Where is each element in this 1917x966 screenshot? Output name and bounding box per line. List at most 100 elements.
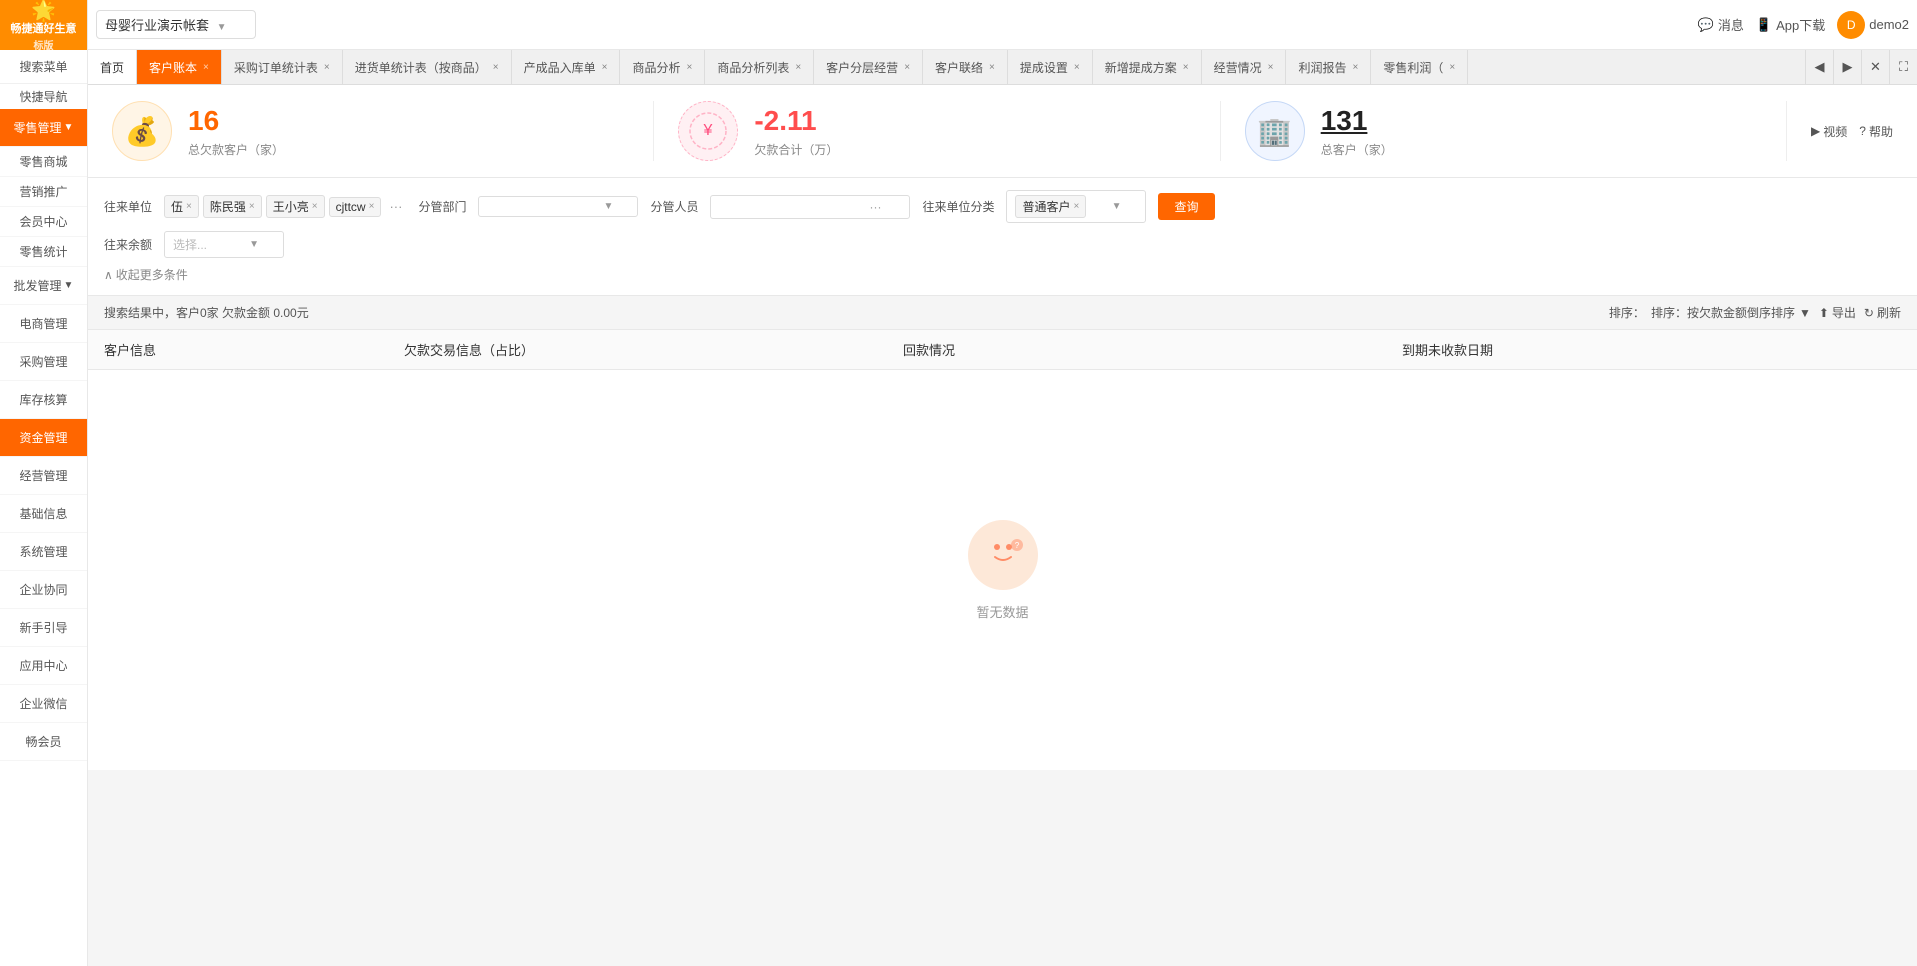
- filter-tag-0: 伍 ×: [164, 195, 199, 218]
- filter-balance-select[interactable]: 选择... ▼: [164, 231, 284, 258]
- close-icon[interactable]: ×: [1183, 62, 1189, 73]
- tab-customer-contact[interactable]: 客户联络 ×: [923, 50, 1008, 84]
- tab-retail-profit[interactable]: 零售利润（ ×: [1371, 50, 1468, 84]
- message-label: 消息: [1718, 15, 1744, 34]
- message-btn[interactable]: 💬 消息: [1698, 15, 1744, 34]
- filter-tags: 伍 × 陈民强 × 王小亮 × cjttcw × ···: [164, 195, 406, 218]
- filter-dept-select[interactable]: ▼: [478, 196, 638, 217]
- sidebar-item-quick-nav[interactable]: 快捷导航: [0, 84, 87, 109]
- stat-info-customers: 16 总欠款客户（家）: [188, 105, 284, 158]
- tab-customer-ledger[interactable]: 客户账本 ×: [137, 50, 222, 84]
- app-download-btn[interactable]: 📱 App下载: [1756, 15, 1825, 34]
- sidebar-item-sys-mgmt[interactable]: 系统管理: [0, 533, 87, 571]
- tag-close-icon[interactable]: ×: [312, 201, 318, 212]
- filter-staff-select[interactable]: ···: [710, 195, 910, 219]
- tab-new-commission[interactable]: 新增提成方案 ×: [1093, 50, 1202, 84]
- collapse-row: ∧ 收起更多条件: [104, 266, 1901, 283]
- close-icon[interactable]: ×: [686, 62, 692, 73]
- user-menu[interactable]: D demo2: [1837, 11, 1909, 39]
- close-icon[interactable]: ×: [795, 62, 801, 73]
- sidebar-item-biz-mgmt[interactable]: 经营管理: [0, 457, 87, 495]
- sidebar-item-purchase-mgmt[interactable]: 采购管理: [0, 343, 87, 381]
- svg-text:?: ?: [1014, 541, 1019, 550]
- tab-next-btn[interactable]: ▶: [1833, 50, 1861, 84]
- tab-product-analysis-list[interactable]: 商品分析列表 ×: [705, 50, 814, 84]
- tab-finished-goods-inbound[interactable]: 产成品入库单 ×: [512, 50, 621, 84]
- sidebar-item-ecom-mgmt[interactable]: 电商管理: [0, 305, 87, 343]
- tab-home[interactable]: 首页: [88, 50, 137, 84]
- sidebar-item-wholesale-mgmt[interactable]: 批发管理 ▼: [0, 267, 87, 305]
- close-icon[interactable]: ×: [1449, 62, 1455, 73]
- close-icon[interactable]: ×: [203, 62, 209, 73]
- tab-purchase-stats-by-product[interactable]: 进货单统计表（按商品） ×: [343, 50, 512, 84]
- close-icon[interactable]: ×: [1352, 62, 1358, 73]
- tag-close-icon[interactable]: ×: [369, 201, 375, 212]
- filter-more-tags[interactable]: ···: [385, 199, 406, 214]
- query-button[interactable]: 查询: [1158, 193, 1214, 220]
- close-icon[interactable]: ×: [989, 62, 995, 73]
- table-header: 客户信息 欠款交易信息（占比） 回款情况 到期未收款日期: [88, 330, 1917, 370]
- tab-profit-report[interactable]: 利润报告 ×: [1286, 50, 1371, 84]
- sidebar-item-enterprise-wechat[interactable]: 企业微信: [0, 685, 87, 723]
- tab-customer-layered[interactable]: 客户分层经营 ×: [814, 50, 923, 84]
- close-icon[interactable]: ×: [493, 62, 499, 73]
- tab-label: 采购订单统计表: [234, 59, 318, 76]
- stats-bar: 💰 16 总欠款客户（家） ¥ -2.11 欠款合计（万）: [88, 85, 1917, 178]
- refresh-btn[interactable]: ↻ 刷新: [1864, 304, 1901, 321]
- collapse-button[interactable]: ∧ 收起更多条件: [104, 266, 1901, 283]
- sidebar-item-label: 批发管理: [14, 277, 62, 294]
- tag-value: 陈民强: [210, 198, 246, 215]
- close-icon[interactable]: ×: [324, 62, 330, 73]
- top-nav-right: 💬 消息 📱 App下载 D demo2: [1698, 11, 1909, 39]
- help-btn[interactable]: ? 帮助: [1859, 123, 1893, 140]
- video-btn[interactable]: ▶ 视频: [1811, 123, 1847, 140]
- close-icon[interactable]: ×: [1074, 62, 1080, 73]
- tab-maximize-btn[interactable]: ⛶: [1889, 50, 1917, 84]
- tag-close-icon[interactable]: ×: [1074, 201, 1080, 212]
- tab-product-analysis[interactable]: 商品分析 ×: [620, 50, 705, 84]
- sort-select[interactable]: 排序： 排序：按欠款金额倒序排序 ▼: [1609, 304, 1811, 321]
- close-icon[interactable]: ×: [602, 62, 608, 73]
- sidebar-item-retail-stats[interactable]: 零售统计: [0, 237, 87, 267]
- stat-label-count: 总客户（家）: [1321, 141, 1393, 158]
- chevron-up-icon: ∧: [104, 268, 113, 282]
- tab-label: 商品分析列表: [717, 59, 789, 76]
- filter-unit-class-tags: 普通客户 ×: [1015, 195, 1086, 218]
- sidebar-item-basic-info[interactable]: 基础信息: [0, 495, 87, 533]
- tab-close-all-btn[interactable]: ✕: [1861, 50, 1889, 84]
- stat-label-customers: 总欠款客户（家）: [188, 141, 284, 158]
- sidebar-item-retail-mall[interactable]: 零售商城: [0, 147, 87, 177]
- export-btn[interactable]: ⬆ 导出: [1819, 304, 1856, 321]
- logo-sub: 标版: [34, 37, 54, 52]
- account-selector[interactable]: 母婴行业演示帐套 ▼: [96, 10, 256, 39]
- empty-state: ? 暂无数据: [968, 520, 1038, 621]
- sidebar-item-chang-member[interactable]: 畅会员: [0, 723, 87, 761]
- sidebar-item-retail-mgmt[interactable]: 零售管理 ▼: [0, 109, 87, 147]
- data-table: 客户信息 欠款交易信息（占比） 回款情况 到期未收款日期: [88, 330, 1917, 770]
- close-icon[interactable]: ×: [1268, 62, 1274, 73]
- tab-label: 客户分层经营: [826, 59, 898, 76]
- tab-label: 产成品入库单: [524, 59, 596, 76]
- sidebar-item-finance-mgmt[interactable]: 资金管理: [0, 419, 87, 457]
- main-content: 母婴行业演示帐套 ▼ 💬 消息 📱 App下载 D demo2 首页 客户账本 …: [88, 0, 1917, 966]
- stat-icon-count: 🏢: [1245, 101, 1305, 161]
- sidebar-item-beginner[interactable]: 新手引导: [0, 609, 87, 647]
- tag-close-icon[interactable]: ×: [186, 201, 192, 212]
- tab-biz-situation[interactable]: 经营情况 ×: [1202, 50, 1287, 84]
- stat-icon-debt: ¥: [678, 101, 738, 161]
- sidebar-item-app-center[interactable]: 应用中心: [0, 647, 87, 685]
- tag-close-icon[interactable]: ×: [249, 201, 255, 212]
- sidebar-item-inventory[interactable]: 库存核算: [0, 381, 87, 419]
- sidebar-item-enterprise-collab[interactable]: 企业协同: [0, 571, 87, 609]
- tab-purchase-order-stats[interactable]: 采购订单统计表 ×: [222, 50, 343, 84]
- filter-more-staff[interactable]: ···: [865, 200, 885, 214]
- sidebar-item-member-center[interactable]: 会员中心: [0, 207, 87, 237]
- tab-commission-settings[interactable]: 提成设置 ×: [1008, 50, 1093, 84]
- sidebar-item-search-menu[interactable]: 搜索菜单: [0, 50, 87, 84]
- sidebar-item-marketing[interactable]: 营销推广: [0, 177, 87, 207]
- close-icon[interactable]: ×: [904, 62, 910, 73]
- stat-label-debt: 欠款合计（万）: [754, 141, 838, 158]
- results-actions: 排序： 排序：按欠款金额倒序排序 ▼ ⬆ 导出 ↻ 刷新: [1609, 304, 1901, 321]
- filter-unit-class-select[interactable]: 普通客户 × ▼: [1006, 190, 1146, 223]
- tab-prev-btn[interactable]: ◀: [1805, 50, 1833, 84]
